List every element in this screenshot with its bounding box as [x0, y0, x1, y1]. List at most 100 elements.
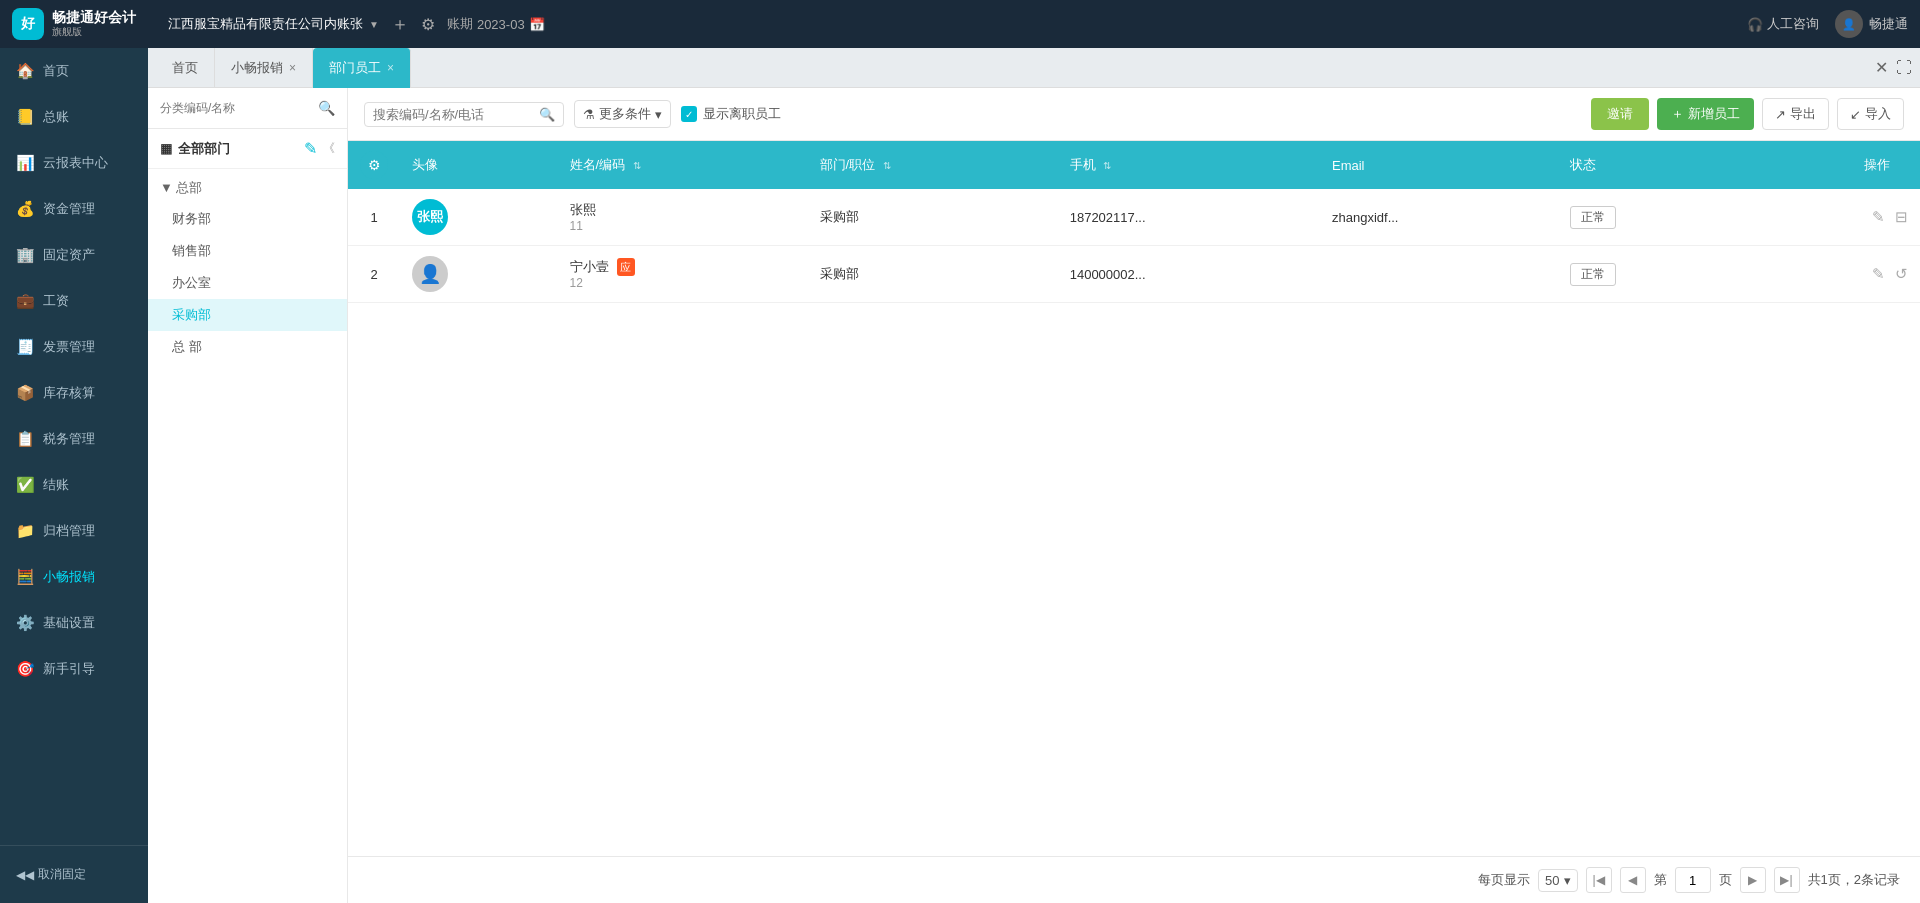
- settings-button[interactable]: ⚙: [421, 15, 435, 34]
- employee-search-input[interactable]: [373, 107, 533, 122]
- calendar-icon: 📅: [529, 17, 545, 32]
- row2-name-code: 宁小壹 应 12: [570, 258, 796, 290]
- dept-item-hq[interactable]: 总 部: [148, 331, 347, 363]
- export-label: 导出: [1790, 105, 1816, 123]
- sidebar-item-reports[interactable]: 📊 云报表中心: [0, 140, 148, 186]
- filter-bar: 🔍 ⚗ 更多条件 ▾ ✓ 显示离职员工 邀请 ＋: [348, 88, 1920, 141]
- page-number-input[interactable]: [1675, 867, 1711, 893]
- col-dept[interactable]: 部门/职位 ⇅: [808, 141, 1058, 189]
- row2-delete-icon[interactable]: ↺: [1895, 265, 1908, 283]
- row2-status-cell: 正常: [1558, 246, 1742, 303]
- show-resigned-toggle[interactable]: ✓ 显示离职员工: [681, 105, 781, 123]
- employee-panel: 🔍 ⚗ 更多条件 ▾ ✓ 显示离职员工 邀请 ＋: [348, 88, 1920, 903]
- col-email-label: Email: [1332, 158, 1365, 173]
- import-button[interactable]: ↙ 导入: [1837, 98, 1904, 130]
- row1-edit-icon[interactable]: ✎: [1872, 208, 1885, 226]
- sidebar-item-funds[interactable]: 💰 资金管理: [0, 186, 148, 232]
- logo-icon: 好: [12, 8, 44, 40]
- logo-text-area: 畅捷通好会计 旗舰版: [52, 9, 136, 40]
- total-info: 共1页，2条记录: [1808, 871, 1900, 889]
- sidebar-item-salary[interactable]: 💼 工资: [0, 278, 148, 324]
- dept-search-input[interactable]: [160, 101, 318, 115]
- col-phone[interactable]: 手机 ⇅: [1058, 141, 1320, 189]
- tabs-right: ✕ ⛶: [1875, 58, 1912, 77]
- col-name[interactable]: 姓名/编码 ⇅: [558, 141, 808, 189]
- col-dept-sort-icon: ⇅: [883, 160, 891, 171]
- period-selector[interactable]: 账期 2023-03 📅: [447, 15, 545, 33]
- dept-item-sales[interactable]: 销售部: [148, 235, 347, 267]
- tab-expense-close[interactable]: ×: [289, 61, 296, 75]
- sidebar-label-reports: 云报表中心: [43, 154, 108, 172]
- show-resigned-checkbox[interactable]: ✓: [681, 106, 697, 122]
- col-action-label: 操作: [1864, 157, 1890, 172]
- tab-dept-close[interactable]: ×: [387, 61, 394, 75]
- row1-status-cell: 正常: [1558, 189, 1742, 246]
- sidebar-item-assets[interactable]: 🏢 固定资产: [0, 232, 148, 278]
- cancel-fixed-label: 取消固定: [38, 866, 86, 883]
- user-avatar: 👤: [1835, 10, 1863, 38]
- last-page-button[interactable]: ▶|: [1774, 867, 1800, 893]
- sidebar-bottom: ◀◀ 取消固定: [0, 845, 148, 903]
- service-button[interactable]: 🎧 人工咨询: [1747, 15, 1819, 33]
- table-settings-gear[interactable]: ⚙: [360, 151, 388, 179]
- company-selector[interactable]: 江西服宝精品有限责任公司内账张 ▼: [168, 15, 379, 33]
- dept-all-label-area: ▦ 全部部门: [160, 140, 230, 158]
- add-company-button[interactable]: ＋: [391, 12, 409, 36]
- import-label: 导入: [1865, 105, 1891, 123]
- invite-button[interactable]: 邀请: [1591, 98, 1649, 130]
- user-menu[interactable]: 👤 畅捷通: [1835, 10, 1908, 38]
- row1-logout-icon[interactable]: ⊟: [1895, 208, 1908, 226]
- sidebar-item-inventory[interactable]: 📦 库存核算: [0, 370, 148, 416]
- tab-expand-icon[interactable]: ⛶: [1896, 59, 1912, 77]
- dept-item-label-hq: 总 部: [172, 338, 202, 356]
- sidebar-item-tax[interactable]: 📋 税务管理: [0, 416, 148, 462]
- row1-status: 正常: [1570, 206, 1616, 229]
- sidebar-item-archive[interactable]: 📁 归档管理: [0, 508, 148, 554]
- row2-avatar: 👤: [412, 256, 448, 292]
- sidebar-item-guide[interactable]: 🎯 新手引导: [0, 646, 148, 692]
- row2-phone: 140000002...: [1070, 267, 1146, 282]
- first-page-button[interactable]: |◀: [1586, 867, 1612, 893]
- sidebar-item-home[interactable]: 🏠 首页: [0, 48, 148, 94]
- more-conditions-button[interactable]: ⚗ 更多条件 ▾: [574, 100, 671, 128]
- tab-close-window-icon[interactable]: ✕: [1875, 58, 1888, 77]
- sidebar-item-settings[interactable]: ⚙️ 基础设置: [0, 600, 148, 646]
- row2-action-cell: ✎ ↺: [1741, 246, 1920, 303]
- add-employee-button[interactable]: ＋ 新增员工: [1657, 98, 1754, 130]
- sidebar-item-expense[interactable]: 🧮 小畅报销: [0, 554, 148, 600]
- tab-home-label: 首页: [172, 59, 198, 77]
- tab-expense[interactable]: 小畅报销 ×: [215, 48, 313, 88]
- export-button[interactable]: ↗ 导出: [1762, 98, 1829, 130]
- sidebar-item-ledger[interactable]: 📒 总账: [0, 94, 148, 140]
- sidebar-item-invoice[interactable]: 🧾 发票管理: [0, 324, 148, 370]
- filter-right: 邀请 ＋ 新增员工 ↗ 导出 ↙ 导入: [1591, 98, 1904, 130]
- row1-actions: ✎ ⊟: [1753, 208, 1908, 226]
- employee-table: ⚙ 头像 姓名/编码 ⇅ 部门/职位: [348, 141, 1920, 856]
- tab-home[interactable]: 首页: [156, 48, 215, 88]
- col-email: Email: [1320, 141, 1558, 189]
- row1-phone-cell: 187202117...: [1058, 189, 1320, 246]
- per-page-label: 每页显示: [1478, 871, 1530, 889]
- dept-item-purchase[interactable]: 采购部: [148, 299, 347, 331]
- headset-icon: 🎧: [1747, 17, 1763, 32]
- prev-page-button[interactable]: ◀: [1620, 867, 1646, 893]
- dept-add-icon[interactable]: ✎: [304, 139, 317, 158]
- page-unit: 页: [1719, 871, 1732, 889]
- pin-icon: ◀◀: [16, 868, 34, 882]
- dept-item-label-purchase: 采购部: [172, 306, 211, 324]
- next-page-button[interactable]: ▶: [1740, 867, 1766, 893]
- filter-icon: ⚗: [583, 107, 595, 122]
- sidebar-label-salary: 工资: [43, 292, 69, 310]
- dept-item-office[interactable]: 办公室: [148, 267, 347, 299]
- per-page-select[interactable]: 50 ▾: [1538, 869, 1577, 892]
- row2-edit-icon[interactable]: ✎: [1872, 265, 1885, 283]
- tab-dept[interactable]: 部门员工 ×: [313, 48, 411, 88]
- dept-collapse-icon[interactable]: 《: [323, 140, 335, 157]
- dept-item-finance[interactable]: 财务部: [148, 203, 347, 235]
- sidebar-label-guide: 新手引导: [43, 660, 95, 678]
- cancel-fixed-button[interactable]: ◀◀ 取消固定: [0, 856, 148, 893]
- row1-dept-cell: 采购部: [808, 189, 1058, 246]
- row2-index: 2: [348, 246, 400, 303]
- ledger-icon: 📒: [16, 108, 35, 126]
- sidebar-item-close[interactable]: ✅ 结账: [0, 462, 148, 508]
